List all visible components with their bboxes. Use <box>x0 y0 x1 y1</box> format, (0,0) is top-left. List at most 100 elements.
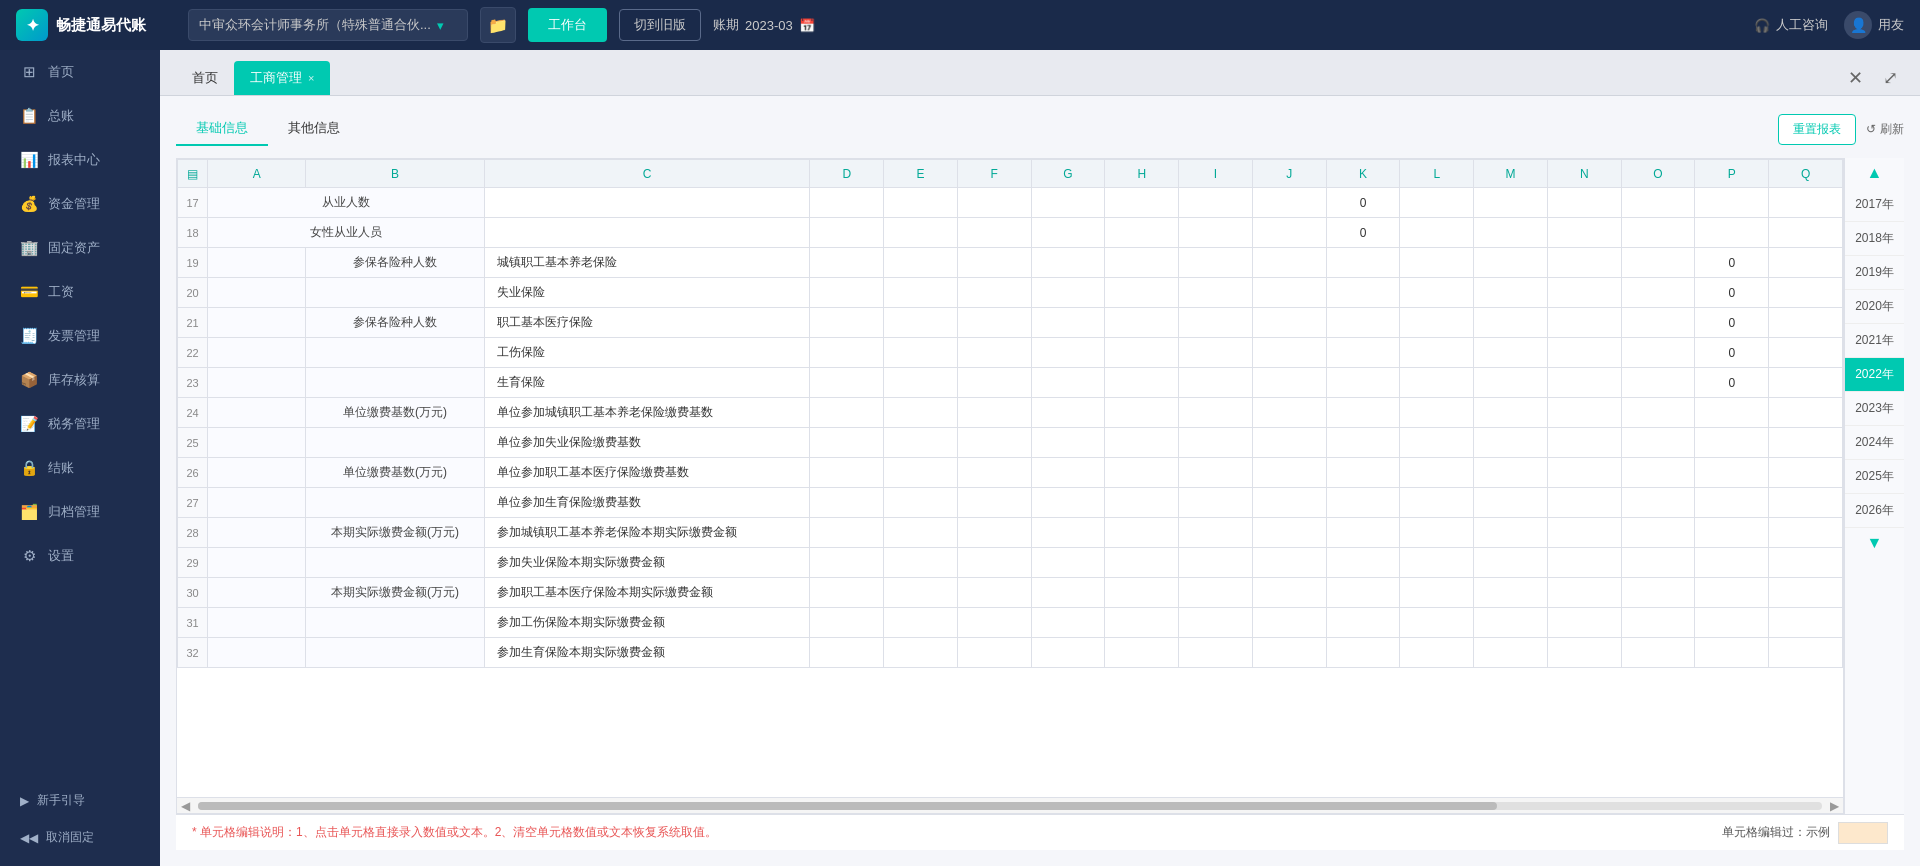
tab-close-icon[interactable]: × <box>308 72 314 84</box>
year-item-2019[interactable]: 2019年 <box>1845 256 1904 290</box>
workbench-button[interactable]: 工作台 <box>528 8 607 42</box>
row29-colC[interactable]: 参加失业保险本期实际缴费金额 <box>484 548 810 578</box>
row17-colG[interactable] <box>1031 188 1105 218</box>
sub-tab-basic[interactable]: 基础信息 <box>176 112 268 146</box>
row17-colQ[interactable] <box>1769 188 1843 218</box>
row31-colC[interactable]: 参加工伤保险本期实际缴费金额 <box>484 608 810 638</box>
year-panel-down[interactable]: ▼ <box>1845 528 1904 558</box>
sidebar-item-asset[interactable]: 🏢 固定资产 <box>0 226 160 270</box>
row30-colB[interactable]: 本期实际缴费金额(万元) <box>306 578 484 608</box>
sidebar-item-home[interactable]: ⊞ 首页 <box>0 50 160 94</box>
row22-colC[interactable]: 工伤保险 <box>484 338 810 368</box>
row27-colC[interactable]: 单位参加生育保险缴费基数 <box>484 488 810 518</box>
row25-colC[interactable]: 单位参加失业保险缴费基数 <box>484 428 810 458</box>
sub-tab-other[interactable]: 其他信息 <box>268 112 360 146</box>
tab-home[interactable]: 首页 <box>176 61 234 95</box>
row17-colK[interactable]: 0 <box>1326 188 1400 218</box>
year-item-2024[interactable]: 2024年 <box>1845 426 1904 460</box>
row21-colB[interactable]: 参保各险种人数 <box>306 308 484 338</box>
row30-colC[interactable]: 参加职工基本医疗保险本期实际缴费金额 <box>484 578 810 608</box>
row23-colP[interactable]: 0 <box>1695 368 1769 398</box>
row17-colF[interactable] <box>957 188 1031 218</box>
tab-close-button[interactable]: ✕ <box>1842 65 1869 91</box>
archive-button[interactable]: 📁 <box>480 7 516 43</box>
year-item-2022[interactable]: 2022年 <box>1845 358 1904 392</box>
row17-colJ[interactable] <box>1252 188 1326 218</box>
closing-icon: 🔒 <box>20 459 38 477</box>
logo-icon: ✦ <box>16 9 48 41</box>
help-area[interactable]: 🎧 人工咨询 <box>1754 16 1828 34</box>
sidebar-item-report[interactable]: 📊 报表中心 <box>0 138 160 182</box>
col-header-E: E <box>884 160 958 188</box>
year-item-2025[interactable]: 2025年 <box>1845 460 1904 494</box>
refresh-button[interactable]: ↺ 刷新 <box>1866 121 1904 138</box>
tab-business[interactable]: 工商管理 × <box>234 61 330 95</box>
row18-colC[interactable] <box>484 218 810 248</box>
row28-colC[interactable]: 参加城镇职工基本养老保险本期实际缴费金额 <box>484 518 810 548</box>
table-scroll[interactable]: ▤ A B C D E F G H I <box>177 159 1843 797</box>
row20-colC[interactable]: 失业保险 <box>484 278 810 308</box>
row17-colI[interactable] <box>1179 188 1253 218</box>
row21-colC[interactable]: 职工基本医疗保险 <box>484 308 810 338</box>
row17-colM[interactable] <box>1474 188 1548 218</box>
year-item-2023[interactable]: 2023年 <box>1845 392 1904 426</box>
sidebar-item-ledger[interactable]: 📋 总账 <box>0 94 160 138</box>
row17-colD[interactable] <box>810 188 884 218</box>
row19-colA[interactable] <box>208 248 306 278</box>
row28-colB[interactable]: 本期实际缴费金额(万元) <box>306 518 484 548</box>
reset-report-button[interactable]: 重置报表 <box>1778 114 1856 145</box>
row17-colA[interactable]: 从业人数 <box>208 188 485 218</box>
user-area[interactable]: 👤 用友 <box>1844 11 1904 39</box>
scroll-left-arrow[interactable]: ◀ <box>177 799 194 813</box>
company-selector[interactable]: 中审众环会计师事务所（特殊普通合伙... ▾ <box>188 9 468 41</box>
hscroll-thumb[interactable] <box>198 802 1497 810</box>
sidebar-item-tax[interactable]: 📝 税务管理 <box>0 402 160 446</box>
year-item-2026[interactable]: 2026年 <box>1845 494 1904 528</box>
row17-colE[interactable] <box>884 188 958 218</box>
row26-colC[interactable]: 单位参加职工基本医疗保险缴费基数 <box>484 458 810 488</box>
sidebar-item-settings[interactable]: ⚙ 设置 <box>0 534 160 578</box>
status-bar: * 单元格编辑说明：1、点击单元格直接录入数值或文本。2、清空单元格数值或文本恢… <box>176 814 1904 850</box>
row19-colP[interactable]: 0 <box>1695 248 1769 278</box>
sidebar-item-unpin[interactable]: ◀◀ 取消固定 <box>0 819 160 856</box>
sidebar-bottom: ▶ 新手引导 ◀◀ 取消固定 <box>0 772 160 866</box>
tab-expand-button[interactable]: ⤢ <box>1877 65 1904 91</box>
sidebar-item-fund[interactable]: 💰 资金管理 <box>0 182 160 226</box>
row17-colH[interactable] <box>1105 188 1179 218</box>
sidebar-item-closing[interactable]: 🔒 结账 <box>0 446 160 490</box>
calendar-icon[interactable]: 📅 <box>799 18 815 33</box>
row24-colC[interactable]: 单位参加城镇职工基本养老保险缴费基数 <box>484 398 810 428</box>
row22-colP[interactable]: 0 <box>1695 338 1769 368</box>
row32-colC[interactable]: 参加生育保险本期实际缴费金额 <box>484 638 810 668</box>
year-item-2020[interactable]: 2020年 <box>1845 290 1904 324</box>
company-name: 中审众环会计师事务所（特殊普通合伙... <box>199 16 431 34</box>
sidebar-item-invoice[interactable]: 🧾 发票管理 <box>0 314 160 358</box>
sidebar-item-wage[interactable]: 💳 工资 <box>0 270 160 314</box>
hscroll-track[interactable] <box>198 802 1822 810</box>
old-version-button[interactable]: 切到旧版 <box>619 9 701 41</box>
scroll-right-arrow[interactable]: ▶ <box>1826 799 1843 813</box>
sidebar-item-guide[interactable]: ▶ 新手引导 <box>0 782 160 819</box>
row26-colB[interactable]: 单位缴费基数(万元) <box>306 458 484 488</box>
page-content: 基础信息 其他信息 重置报表 ↺ 刷新 <box>160 96 1920 866</box>
year-item-2017[interactable]: 2017年 <box>1845 188 1904 222</box>
sidebar-item-stock[interactable]: 📦 库存核算 <box>0 358 160 402</box>
row19-colC[interactable]: 城镇职工基本养老保险 <box>484 248 810 278</box>
row17-colO[interactable] <box>1621 188 1695 218</box>
year-item-2018[interactable]: 2018年 <box>1845 222 1904 256</box>
row17-colL[interactable] <box>1400 188 1474 218</box>
sidebar-item-archive[interactable]: 🗂️ 归档管理 <box>0 490 160 534</box>
row23-colC[interactable]: 生育保险 <box>484 368 810 398</box>
row24-colB[interactable]: 单位缴费基数(万元) <box>306 398 484 428</box>
row18-colA[interactable]: 女性从业人员 <box>208 218 485 248</box>
row17-colP[interactable] <box>1695 188 1769 218</box>
row18-colK[interactable]: 0 <box>1326 218 1400 248</box>
year-panel-up[interactable]: ▲ <box>1845 158 1904 188</box>
table-horizontal-scrollbar[interactable]: ◀ ▶ <box>177 797 1843 813</box>
row19-colB[interactable]: 参保各险种人数 <box>306 248 484 278</box>
row17-colN[interactable] <box>1547 188 1621 218</box>
row20-colP[interactable]: 0 <box>1695 278 1769 308</box>
row17-colC[interactable] <box>484 188 810 218</box>
year-item-2021[interactable]: 2021年 <box>1845 324 1904 358</box>
row21-colP[interactable]: 0 <box>1695 308 1769 338</box>
